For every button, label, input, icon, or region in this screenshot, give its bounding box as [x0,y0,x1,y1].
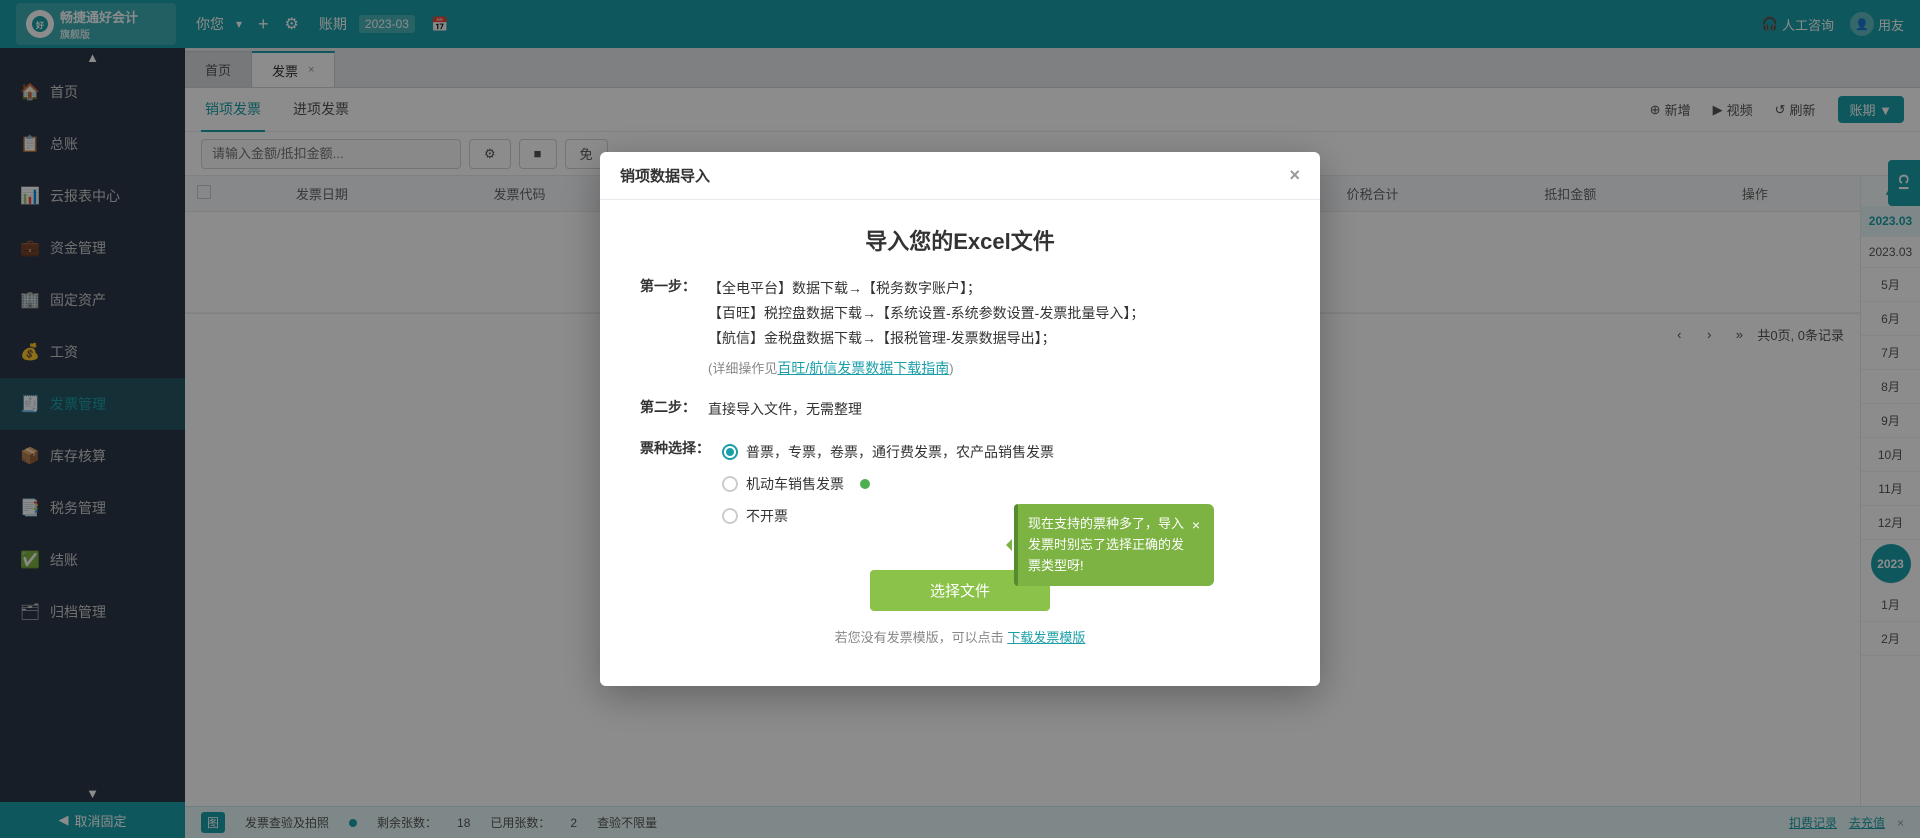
radio-vehicle[interactable]: 机动车销售发票 × 现在支持的票种多了，导入发票时别忘了选择正确的发票类型呀! [722,474,1054,494]
tooltip-box: × 现在支持的票种多了，导入发票时别忘了选择正确的发票类型呀! [1014,504,1214,586]
step1-guide-link[interactable]: 百旺/航信发票数据下载指南 [777,360,949,376]
tooltip-bar [1014,504,1018,586]
download-template-link[interactable]: 下载发票模版 [1007,630,1085,645]
radio-normal[interactable]: 普票，专票，卷票，通行费发票，农产品销售发票 [722,442,1054,462]
radio-section: 票种选择： 普票，专票，卷票，通行费发票，农产品销售发票 机动车销售发票 [640,438,1280,530]
radio-vehicle-label: 机动车销售发票 [746,474,844,494]
radio-vehicle-circle [722,476,738,492]
step1-hint-prefix: (详细操作见 [708,361,777,376]
step2-content: 直接导入文件，无需整理 [708,397,862,422]
step2-label: 第二步： [640,397,696,422]
radio-none-circle [722,508,738,524]
modal-close-button[interactable]: × [1289,165,1300,186]
modal-body: 第一步： 【全电平台】数据下载→【税务数字账户】； 【百旺】税控盘数据下载→【系… [600,276,1320,550]
radio-none[interactable]: 不开票 [722,506,1054,526]
radio-normal-circle [722,444,738,460]
radio-normal-label: 普票，专票，卷票，通行费发票，农产品销售发票 [746,442,1054,462]
modal-header: 销项数据导入 × [600,152,1320,200]
tooltip-dot [860,479,870,489]
step1: 第一步： 【全电平台】数据下载→【税务数字账户】； 【百旺】税控盘数据下载→【系… [640,276,1280,381]
radio-group: 普票，专票，卷票，通行费发票，农产品销售发票 机动车销售发票 × 现在支持的票种… [722,442,1054,526]
modal-overlay: 销项数据导入 × 导入您的Excel文件 第一步： 【全电平台】数据下载→【税务… [0,0,1920,838]
step1-hint: (详细操作见百旺/航信发票数据下载指南) [708,356,1144,381]
radio-label: 票种选择： [640,438,710,458]
modal-footer: 若您没有发票模版，可以点击 下载发票模版 [600,611,1320,646]
step2: 第二步： 直接导入文件，无需整理 [640,397,1280,422]
step1-hint-suffix: ) [949,361,953,376]
tooltip-close-btn[interactable]: × [1192,514,1200,536]
modal-title: 销项数据导入 [620,165,710,186]
step1-line3: 【航信】金税盘数据下载→【报税管理-发票数据导出】； [708,326,1144,351]
modal: 销项数据导入 × 导入您的Excel文件 第一步： 【全电平台】数据下载→【税务… [600,152,1320,686]
tooltip-content: 现在支持的票种多了，导入发票时别忘了选择正确的发票类型呀! [1028,516,1184,573]
step1-label: 第一步： [640,276,696,381]
step1-line2: 【百旺】税控盘数据下载→【系统设置-系统参数设置-发票批量导入】； [708,301,1144,326]
step1-line1: 【全电平台】数据下载→【税务数字账户】； [708,276,1144,301]
step1-content: 【全电平台】数据下载→【税务数字账户】； 【百旺】税控盘数据下载→【系统设置-系… [708,276,1144,381]
radio-none-label: 不开票 [746,506,788,526]
footer-prefix: 若您没有发票模版，可以点击 [835,630,1004,645]
modal-main-title: 导入您的Excel文件 [600,200,1320,276]
